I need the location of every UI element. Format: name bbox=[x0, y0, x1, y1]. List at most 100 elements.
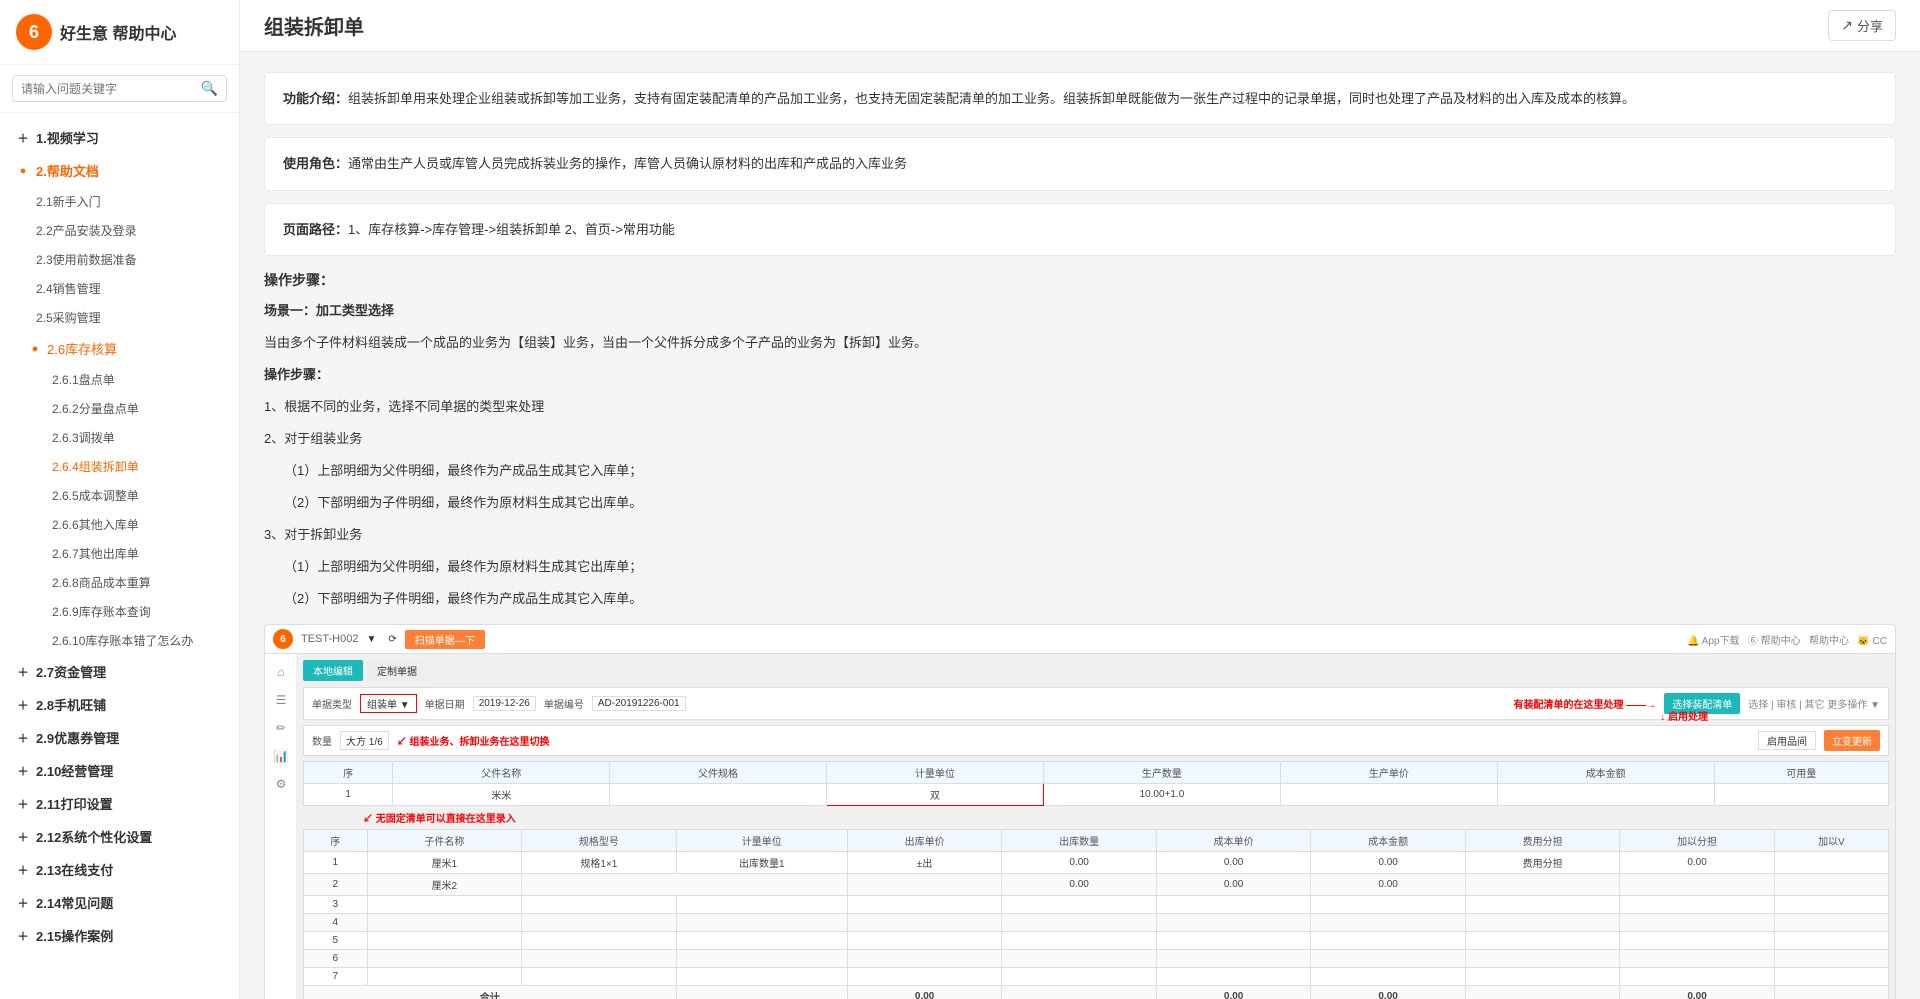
sidebar-item-2.6.1[interactable]: 2.6.1盘点单 bbox=[0, 365, 239, 394]
footer-val5: 0.00 bbox=[1311, 986, 1465, 999]
sidebar-item-inventory[interactable]: ● 2.6库存核算 bbox=[0, 332, 239, 365]
sidebar-item-faq[interactable]: ＋ 2.14常见问题 bbox=[0, 886, 239, 919]
sidebar-label-print: 2.11打印设置 bbox=[36, 794, 113, 813]
lower-td-1-fee2: 0.00 bbox=[1620, 852, 1774, 874]
lower-td-2-cost-amt: 0.00 bbox=[1311, 874, 1465, 896]
share-label: 分享 bbox=[1857, 16, 1883, 35]
app-icon-home[interactable]: ⌂ bbox=[265, 658, 297, 686]
sidebar-item-custom[interactable]: ＋ 2.12系统个性化设置 bbox=[0, 820, 239, 853]
app-confirm-btn[interactable]: 立变更新 bbox=[1824, 730, 1880, 751]
upper-th-avail: 可用量 bbox=[1714, 762, 1888, 784]
lower-td-2-cost-price: 0.00 bbox=[1156, 874, 1310, 896]
lower-row-4: 4 bbox=[304, 914, 1889, 932]
app-more-actions: 选择 | 审核 | 其它 更多操作 ▼ bbox=[1748, 696, 1880, 711]
app-tabs-row: 本地编辑 定制单据 bbox=[303, 660, 1889, 681]
sidebar-item-2.6.4[interactable]: 2.6.4组装拆卸单 bbox=[0, 452, 239, 481]
plus-icon-pay: ＋ bbox=[16, 863, 30, 877]
app-lower-table: 序 子件名称 规格型号 计量单位 出库单价 出库数量 成本单价 成本金额 费用分 bbox=[303, 829, 1889, 999]
lower-td-1-fee: 费用分担 bbox=[1465, 852, 1619, 874]
lower-th-seq: 序 bbox=[304, 830, 368, 852]
upper-th-qty: 生产数量 bbox=[1043, 762, 1280, 784]
sidebar-item-mobile[interactable]: ＋ 2.8手机旺铺 bbox=[0, 688, 239, 721]
lower-td-1-seq: 1 bbox=[304, 852, 368, 874]
sidebar-item-2.6.9[interactable]: 2.6.9库存账本查询 bbox=[0, 597, 239, 626]
upper-td-qty: 10.00+1.0 bbox=[1043, 784, 1280, 806]
app-qty-label: 数量 bbox=[312, 733, 332, 748]
sidebar-label-video: 1.视频学习 bbox=[36, 128, 99, 147]
upper-td-unit: 双 bbox=[826, 784, 1043, 806]
share-button[interactable]: ↗ 分享 bbox=[1828, 10, 1896, 41]
app-icon-chart[interactable]: 📊 bbox=[265, 742, 297, 770]
footer-val2: 0.00 bbox=[847, 986, 1001, 999]
minus-icon: ● bbox=[16, 164, 30, 178]
scene1-title: 场景一：加工类型选择 bbox=[264, 298, 1896, 324]
search-icon[interactable]: 🔍 bbox=[201, 80, 218, 97]
lower-row-5: 5 bbox=[304, 932, 1889, 950]
sidebar-item-case[interactable]: ＋ 2.15操作案例 bbox=[0, 919, 239, 952]
app-tab-custom[interactable]: 定制单据 bbox=[367, 660, 427, 681]
app-doc-area: 本地编辑 定制单据 单据类型 组装单 ▼ 单据日期 2019-12-26 单据编… bbox=[297, 654, 1895, 999]
app-icon-edit[interactable]: ✏ bbox=[265, 714, 297, 742]
app-lower-table-wrapper: 序 子件名称 规格型号 计量单位 出库单价 出库数量 成本单价 成本金额 费用分 bbox=[303, 829, 1889, 999]
sidebar-item-2.6.10[interactable]: 2.6.10库存账本错了怎么办 bbox=[0, 626, 239, 655]
app-left-sidebar: ⌂ ☰ ✏ 📊 ⚙ bbox=[265, 654, 297, 999]
lower-td-2-out-qty: 0.00 bbox=[1002, 874, 1156, 896]
sidebar-label-custom: 2.12系统个性化设置 bbox=[36, 827, 152, 846]
search-input[interactable] bbox=[21, 82, 201, 96]
main-area: 组装拆卸单 ↗ 分享 功能介绍：组装拆卸单用来处理企业组装或拆卸等加工业务，支持… bbox=[240, 0, 1920, 999]
lower-th-out-price: 出库单价 bbox=[847, 830, 1001, 852]
upper-table-row: 1 米米 双 10.00+1.0 bbox=[304, 784, 1889, 806]
path-text: 页面路径：1、库存核算->库存管理->组装拆卸单 2、首页->常用功能 bbox=[283, 218, 1877, 241]
app-subheader: 数量 大方 1/6 ↙ 组装业务、拆卸业务在这里切换 启用品间 ↓ 启用处理 立… bbox=[303, 725, 1889, 756]
plus-icon-fund: ＋ bbox=[16, 665, 30, 679]
sidebar-item-fund[interactable]: ＋ 2.7资金管理 bbox=[0, 655, 239, 688]
sidebar-item-ops[interactable]: ＋ 2.10经营管理 bbox=[0, 754, 239, 787]
lower-row-6: 6 bbox=[304, 950, 1889, 968]
sidebar-item-2.6.3[interactable]: 2.6.3调拨单 bbox=[0, 423, 239, 452]
sidebar-item-pay[interactable]: ＋ 2.13在线支付 bbox=[0, 853, 239, 886]
app-icon-settings[interactable]: ⚙ bbox=[265, 770, 297, 798]
upper-th-spec: 父件规格 bbox=[610, 762, 827, 784]
sidebar-item-purchase[interactable]: 2.5采购管理 bbox=[0, 303, 239, 332]
app-date-label: 单据日期 bbox=[425, 696, 465, 711]
app-upper-table: 序 父件名称 父件规格 计量单位 生产数量 生产单价 成本金额 可用量 bbox=[303, 761, 1889, 806]
lower-td-1-out-qty: 0.00 bbox=[1002, 852, 1156, 874]
lower-row-7: 7 bbox=[304, 968, 1889, 986]
app-doc-type-value[interactable]: 组装单 ▼ bbox=[360, 694, 417, 713]
sidebar-item-newbie[interactable]: 2.1新手入门 bbox=[0, 187, 239, 216]
lower-td-1-unit: 出库数量1 bbox=[676, 852, 847, 874]
sidebar-label-coupon: 2.9优惠券管理 bbox=[36, 728, 119, 747]
app-topbar-right: 🔔 App下载 ⑥ 帮助中心 帮助中心 🐱 CC bbox=[1687, 632, 1887, 647]
annotation-enable: ↓ 启用处理 bbox=[1660, 708, 1708, 723]
sidebar-item-docs[interactable]: ● 2.帮助文档 bbox=[0, 154, 239, 187]
annotation-switch: ↙ 组装业务、拆卸业务在这里切换 bbox=[397, 733, 550, 748]
lower-th-cost-amt: 成本金额 bbox=[1311, 830, 1465, 852]
sidebar-item-2.6.5[interactable]: 2.6.5成本调整单 bbox=[0, 481, 239, 510]
upper-th-seq: 序 bbox=[304, 762, 393, 784]
upper-th-name: 父件名称 bbox=[393, 762, 610, 784]
sidebar-item-2.6.7[interactable]: 2.6.7其他出库单 bbox=[0, 539, 239, 568]
minus-circle-icon: ● bbox=[28, 342, 42, 356]
sidebar-item-sales[interactable]: 2.4销售管理 bbox=[0, 274, 239, 303]
app-icon-list[interactable]: ☰ bbox=[265, 686, 297, 714]
app-id-label: TEST-H002 bbox=[301, 633, 358, 645]
lower-row-1: 1 厘米1 规格1×1 出库数量1 ±出 0.00 0.00 0.00 费用分担 bbox=[304, 852, 1889, 874]
sidebar-label-inventory: 2.6库存核算 bbox=[47, 339, 117, 358]
sidebar-item-2.6.6[interactable]: 2.6.6其他入库单 bbox=[0, 510, 239, 539]
sidebar-item-2.6.8[interactable]: 2.6.8商品成本重算 bbox=[0, 568, 239, 597]
app-qty-val: 大方 1/6 bbox=[340, 731, 389, 750]
sidebar-item-install[interactable]: 2.2产品安装及登录 bbox=[0, 216, 239, 245]
sidebar-item-2.6.2[interactable]: 2.6.2分量盘点单 bbox=[0, 394, 239, 423]
lower-td-2-name: 厘米2 bbox=[367, 874, 521, 896]
sidebar-item-video[interactable]: ＋ 1.视频学习 bbox=[0, 121, 239, 154]
share-icon: ↗ bbox=[1841, 17, 1853, 34]
app-tab-local[interactable]: 本地编辑 bbox=[303, 660, 363, 681]
sidebar-item-coupon[interactable]: ＋ 2.9优惠券管理 bbox=[0, 721, 239, 754]
upper-th-unit: 计量单位 bbox=[826, 762, 1043, 784]
sidebar-item-data-prep[interactable]: 2.3使用前数据准备 bbox=[0, 245, 239, 274]
upper-th-price: 生产单价 bbox=[1280, 762, 1497, 784]
lower-table-header-row: 序 子件名称 规格型号 计量单位 出库单价 出库数量 成本单价 成本金额 费用分 bbox=[304, 830, 1889, 852]
app-topbar: 6 TEST-H002 ▼ ⟳ 扫描单据—下 🔔 App下载 ⑥ 帮助中心 帮助… bbox=[265, 625, 1895, 654]
sidebar-item-print[interactable]: ＋ 2.11打印设置 bbox=[0, 787, 239, 820]
app-next-btn[interactable]: 扫描单据—下 bbox=[405, 630, 485, 649]
